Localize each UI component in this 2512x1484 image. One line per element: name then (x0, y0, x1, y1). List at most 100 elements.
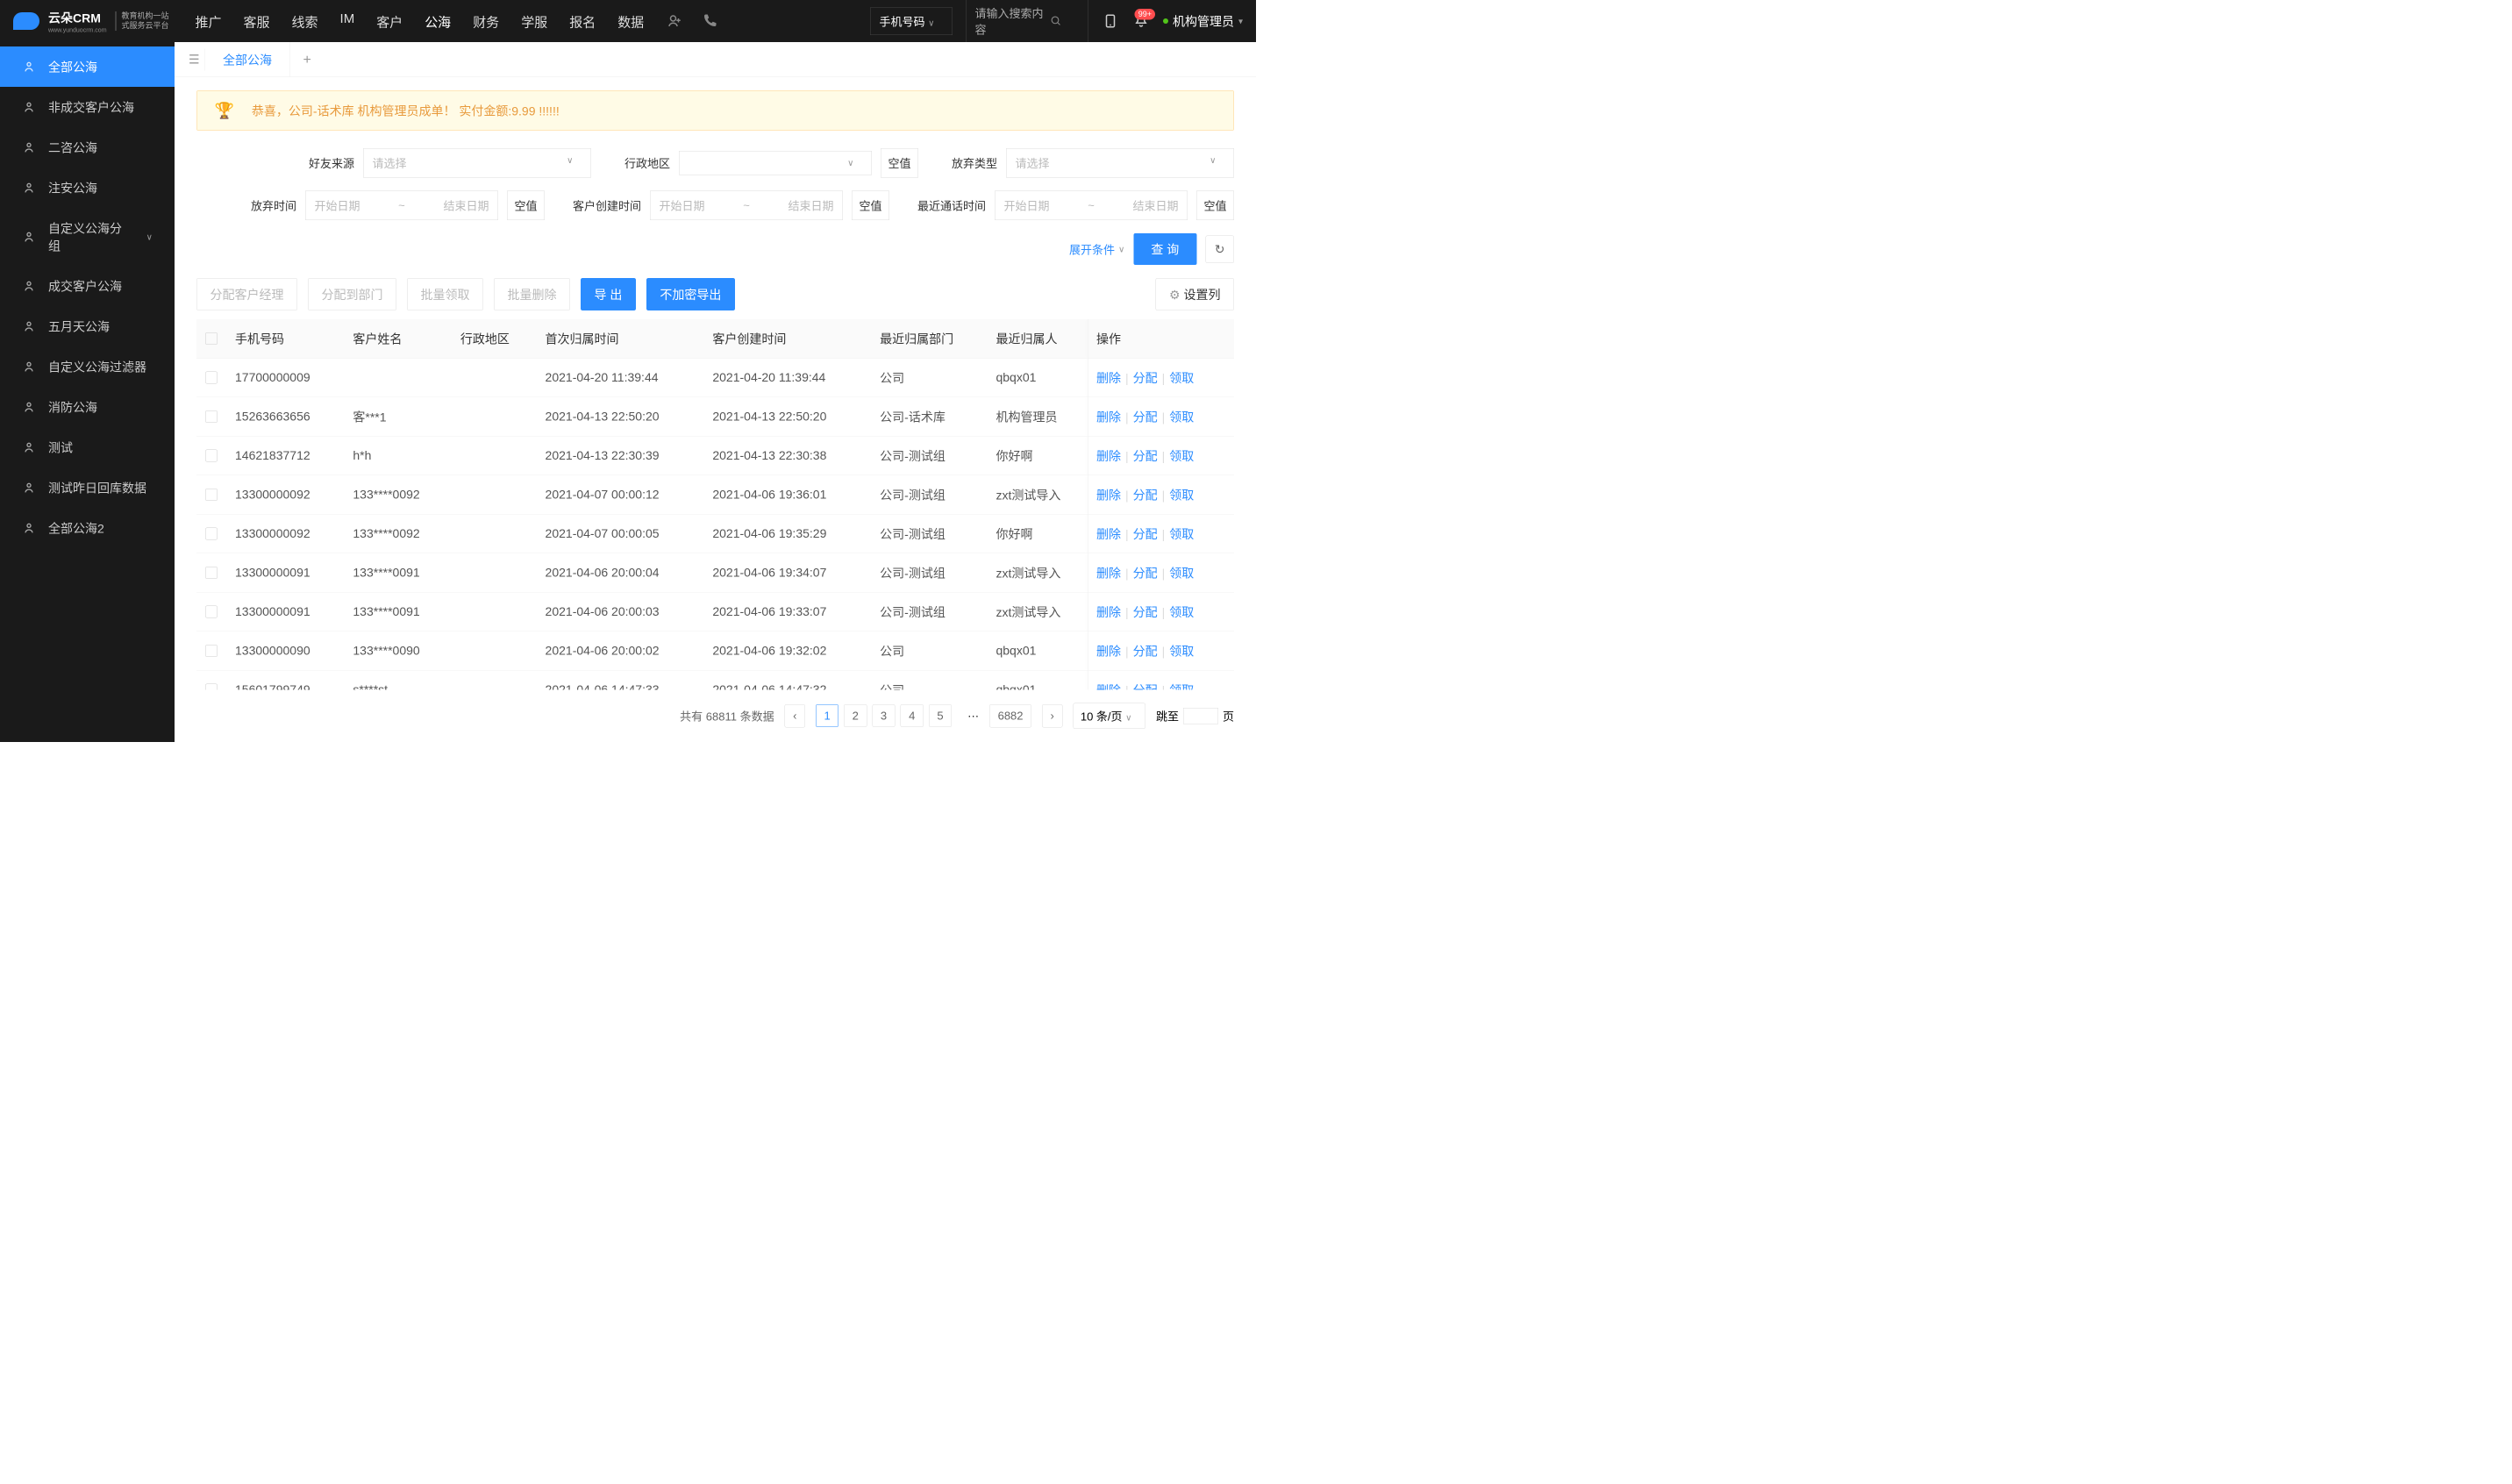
delete-link[interactable]: 删除 (1096, 410, 1121, 425)
sidebar-item[interactable]: 测试 (0, 427, 175, 467)
filter-source-select[interactable]: 请选择∨ (363, 148, 591, 178)
bell-icon[interactable]: 99+ (1132, 12, 1150, 30)
filter-abandon-type-select[interactable]: 请选择∨ (1006, 148, 1234, 178)
row-checkbox[interactable] (205, 606, 218, 618)
row-checkbox[interactable] (205, 528, 218, 540)
row-checkbox[interactable] (205, 567, 218, 579)
nav-数据[interactable]: 数据 (617, 11, 644, 31)
filter-lastcall-time[interactable]: 开始日期~结束日期 (995, 191, 1188, 221)
sidebar-item[interactable]: 非成交客户公海 (0, 87, 175, 127)
tab-active[interactable]: 全部公海 (205, 42, 290, 77)
delete-link[interactable]: 删除 (1096, 489, 1121, 503)
per-page-select[interactable]: 10 条/页 ∨ (1073, 703, 1145, 730)
get-link[interactable]: 领取 (1169, 489, 1194, 503)
sidebar-item[interactable]: 全部公海 (0, 46, 175, 87)
assign-link[interactable]: 分配 (1133, 684, 1158, 690)
batch-get-button[interactable]: 批量领取 (407, 278, 483, 310)
delete-link[interactable]: 删除 (1096, 567, 1121, 581)
row-checkbox[interactable] (205, 450, 218, 462)
row-checkbox[interactable] (205, 372, 218, 384)
lastcall-empty-btn[interactable]: 空值 (1196, 191, 1234, 221)
user-menu[interactable]: 机构管理员▾ (1163, 12, 1243, 30)
delete-link[interactable]: 删除 (1096, 606, 1121, 620)
create-empty-btn[interactable]: 空值 (852, 191, 889, 221)
delete-link[interactable]: 删除 (1096, 684, 1121, 690)
tab-add[interactable]: + (290, 52, 325, 68)
search-input[interactable]: 请输入搜索内容 (966, 0, 1088, 43)
row-checkbox[interactable] (205, 684, 218, 690)
nav-报名[interactable]: 报名 (569, 11, 596, 31)
export-plain-button[interactable]: 不加密导出 (646, 278, 735, 310)
jump-input[interactable] (1183, 708, 1218, 724)
query-button[interactable]: 查 询 (1133, 233, 1196, 265)
export-button[interactable]: 导 出 (581, 278, 636, 310)
assign-link[interactable]: 分配 (1133, 450, 1158, 464)
sidebar-item[interactable]: 消防公海 (0, 387, 175, 427)
sidebar-item[interactable]: 注安公海 (0, 168, 175, 208)
delete-link[interactable]: 删除 (1096, 645, 1121, 659)
sidebar-item[interactable]: 成交客户公海 (0, 266, 175, 306)
nav-学服[interactable]: 学服 (521, 11, 547, 31)
row-checkbox[interactable] (205, 645, 218, 657)
filter-region-select[interactable]: ∨ (679, 151, 872, 175)
user-add-icon[interactable] (666, 12, 683, 30)
nav-线索[interactable]: 线索 (292, 11, 318, 31)
search-icon[interactable] (1050, 15, 1061, 27)
batch-delete-button[interactable]: 批量删除 (494, 278, 570, 310)
assign-link[interactable]: 分配 (1133, 410, 1158, 425)
page-number[interactable]: 1 (816, 704, 839, 727)
assign-manager-button[interactable]: 分配客户经理 (196, 278, 297, 310)
nav-推广[interactable]: 推广 (196, 11, 222, 31)
settings-column-button[interactable]: ⚙ 设置列 (1156, 278, 1234, 310)
tab-menu-icon[interactable]: ☰ (183, 48, 205, 70)
refresh-button[interactable]: ↻ (1205, 235, 1234, 263)
delete-link[interactable]: 删除 (1096, 528, 1121, 542)
assign-link[interactable]: 分配 (1133, 372, 1158, 386)
assign-link[interactable]: 分配 (1133, 645, 1158, 659)
filter-create-time[interactable]: 开始日期~结束日期 (650, 191, 843, 221)
phone-icon[interactable] (701, 12, 718, 30)
get-link[interactable]: 领取 (1169, 645, 1194, 659)
expand-filters[interactable]: 展开条件 ∨ (1069, 241, 1124, 258)
get-link[interactable]: 领取 (1169, 372, 1194, 386)
sidebar-item[interactable]: 全部公海2 (0, 508, 175, 548)
sidebar-item[interactable]: 二咨公海 (0, 127, 175, 168)
page-number[interactable]: 3 (872, 704, 895, 727)
assign-link[interactable]: 分配 (1133, 567, 1158, 581)
page-number[interactable]: 4 (901, 704, 924, 727)
nav-客服[interactable]: 客服 (244, 11, 270, 31)
assign-link[interactable]: 分配 (1133, 528, 1158, 542)
last-page[interactable]: 6882 (989, 704, 1031, 728)
sidebar-item[interactable]: 五月天公海 (0, 306, 175, 346)
filter-abandon-time[interactable]: 开始日期~结束日期 (305, 191, 498, 221)
get-link[interactable]: 领取 (1169, 684, 1194, 690)
assign-link[interactable]: 分配 (1133, 489, 1158, 503)
get-link[interactable]: 领取 (1169, 450, 1194, 464)
get-link[interactable]: 领取 (1169, 606, 1194, 620)
prev-page[interactable]: ‹ (785, 704, 805, 728)
search-type-select[interactable]: 手机号码 ∨ (870, 7, 953, 35)
sidebar-item[interactable]: 自定义公海过滤器 (0, 346, 175, 387)
nav-客户[interactable]: 客户 (376, 11, 403, 31)
assign-dept-button[interactable]: 分配到部门 (308, 278, 396, 310)
next-page[interactable]: › (1042, 704, 1062, 728)
delete-link[interactable]: 删除 (1096, 372, 1121, 386)
region-empty-btn[interactable]: 空值 (881, 148, 918, 178)
nav-IM[interactable]: IM (340, 11, 355, 31)
device-icon[interactable] (1102, 12, 1119, 30)
abandon-empty-btn[interactable]: 空值 (507, 191, 545, 221)
assign-link[interactable]: 分配 (1133, 606, 1158, 620)
sidebar-item[interactable]: 测试昨日回库数据 (0, 467, 175, 508)
delete-link[interactable]: 删除 (1096, 450, 1121, 464)
page-number[interactable]: 5 (929, 704, 952, 727)
get-link[interactable]: 领取 (1169, 567, 1194, 581)
row-checkbox[interactable] (205, 489, 218, 501)
get-link[interactable]: 领取 (1169, 410, 1194, 425)
get-link[interactable]: 领取 (1169, 528, 1194, 542)
row-checkbox[interactable] (205, 410, 218, 423)
nav-财务[interactable]: 财务 (473, 11, 499, 31)
select-all-checkbox[interactable] (205, 332, 218, 345)
nav-公海[interactable]: 公海 (425, 11, 451, 31)
page-number[interactable]: 2 (844, 704, 867, 727)
sidebar-item[interactable]: 自定义公海分组∨ (0, 208, 175, 266)
